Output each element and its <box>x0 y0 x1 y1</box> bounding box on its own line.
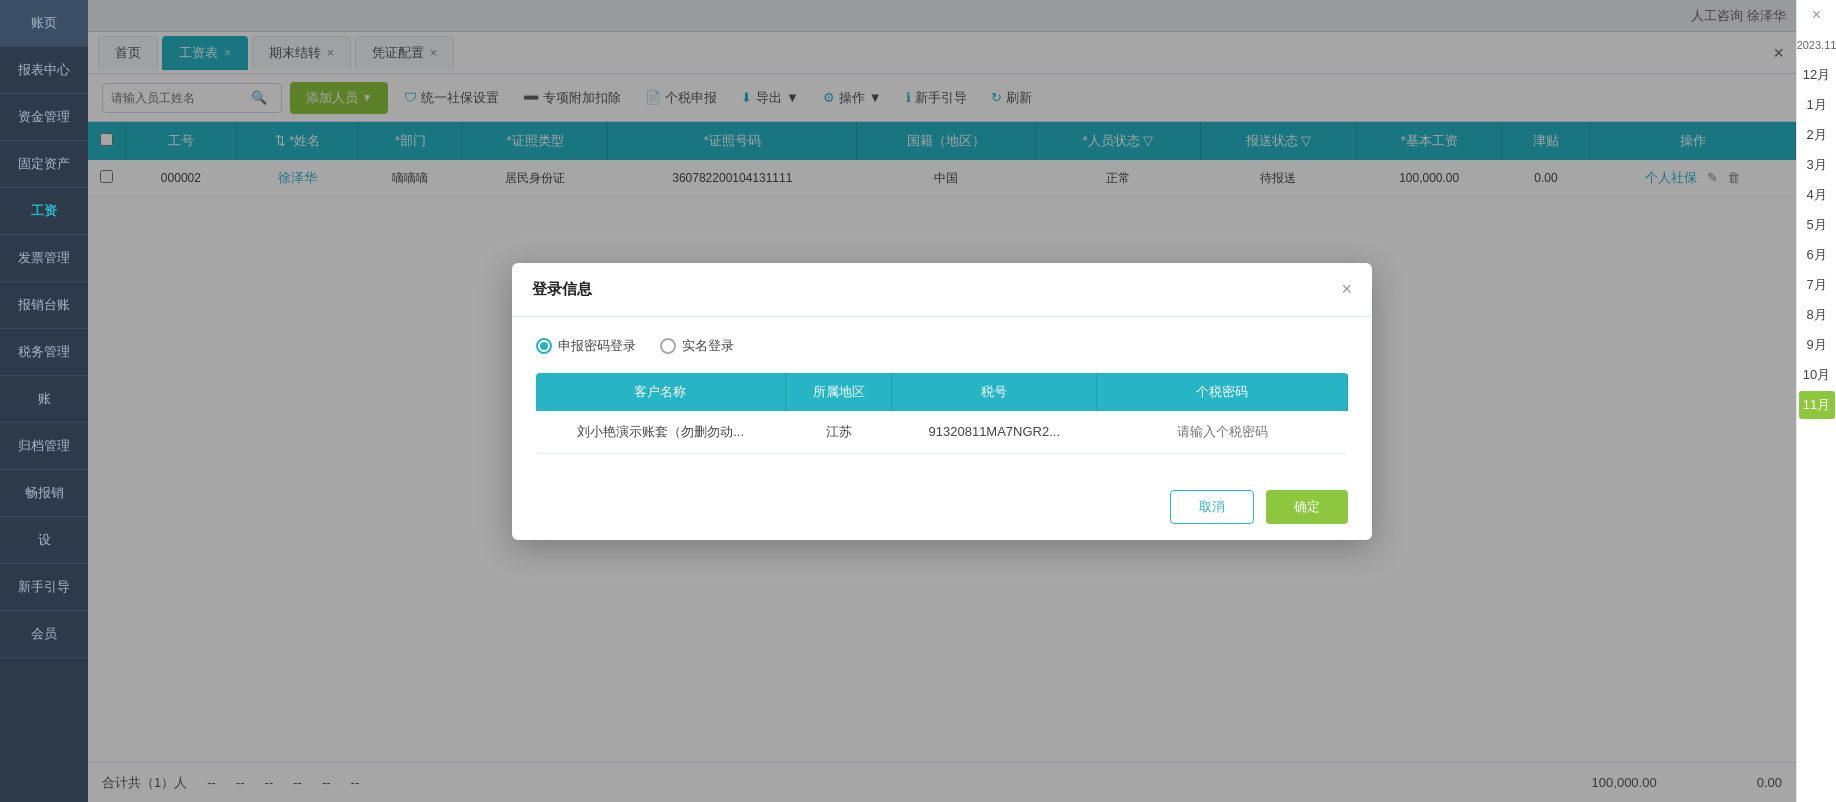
login-info-table: 客户名称 所属地区 税号 个税密码 刘小艳演示账套（勿删勿动... 江苏 913… <box>536 373 1348 454</box>
dialog-cancel-button[interactable]: 取消 <box>1170 490 1254 524</box>
sidebar-item-accounts[interactable]: 账页 <box>0 0 88 47</box>
dialog-row-client-name: 刘小艳演示账套（勿删勿动... <box>536 411 785 454</box>
login-type-radio-group: 申报密码登录 实名登录 <box>536 337 1348 355</box>
radio-password-label: 申报密码登录 <box>558 337 636 355</box>
dialog-row-tax-id: 91320811MA7NGR2... <box>892 411 1097 454</box>
radio-password-circle <box>536 338 552 354</box>
sidebar-item-settings[interactable]: 设 <box>0 517 88 564</box>
month-item-4[interactable]: 4月 <box>1799 181 1835 209</box>
month-item-11[interactable]: 11月 <box>1799 391 1835 419</box>
month-item-2[interactable]: 2月 <box>1799 121 1835 149</box>
month-item-7[interactable]: 7月 <box>1799 271 1835 299</box>
radio-realname-circle <box>660 338 676 354</box>
sidebar: 账页 报表中心 资金管理 固定资产 工资 发票管理 报销台账 税务管理 账 归档… <box>0 0 88 802</box>
dialog-col-region: 所属地区 <box>785 373 892 411</box>
dialog-col-tax-id: 税号 <box>892 373 1097 411</box>
radio-password-dot <box>540 342 548 350</box>
month-item-10[interactable]: 10月 <box>1799 361 1835 389</box>
month-item-9[interactable]: 9月 <box>1799 331 1835 359</box>
sidebar-item-funds[interactable]: 资金管理 <box>0 94 88 141</box>
dialog-footer: 取消 确定 <box>512 474 1372 540</box>
month-item-3[interactable]: 3月 <box>1799 151 1835 179</box>
sidebar-item-member[interactable]: 会员 <box>0 611 88 658</box>
dialog-col-tax-password: 个税密码 <box>1097 373 1348 411</box>
sidebar-item-assets[interactable]: 固定资产 <box>0 141 88 188</box>
radio-password-login[interactable]: 申报密码登录 <box>536 337 636 355</box>
right-panel-close[interactable]: × <box>1812 0 1821 30</box>
month-item-5[interactable]: 5月 <box>1799 211 1835 239</box>
dialog-close-button[interactable]: × <box>1341 279 1352 300</box>
tax-password-input[interactable] <box>1113 424 1332 439</box>
sidebar-item-invoice[interactable]: 发票管理 <box>0 235 88 282</box>
month-item-6[interactable]: 6月 <box>1799 241 1835 269</box>
right-panel: × 2023.11 12月 1月 2月 3月 4月 5月 6月 7月 8月 9月… <box>1796 0 1836 802</box>
dialog-table-row: 刘小艳演示账套（勿删勿动... 江苏 91320811MA7NGR2... <box>536 411 1348 454</box>
radio-realname-label: 实名登录 <box>682 337 734 355</box>
sidebar-item-salary[interactable]: 工资 <box>0 188 88 235</box>
month-item-1[interactable]: 1月 <box>1799 91 1835 119</box>
month-item-12[interactable]: 12月 <box>1799 61 1835 89</box>
dialog-body: 申报密码登录 实名登录 客户名称 所属地区 税号 个税密码 <box>512 317 1372 474</box>
dialog-row-region: 江苏 <box>785 411 892 454</box>
sidebar-item-ledger[interactable]: 账 <box>0 376 88 423</box>
dialog-confirm-button[interactable]: 确定 <box>1266 490 1348 524</box>
sidebar-item-expense[interactable]: 畅报销 <box>0 470 88 517</box>
sidebar-item-reports[interactable]: 报表中心 <box>0 47 88 94</box>
radio-realname-login[interactable]: 实名登录 <box>660 337 734 355</box>
dialog-row-tax-password-cell <box>1097 411 1348 454</box>
login-dialog: 登录信息 × 申报密码登录 实名登录 <box>512 263 1372 540</box>
sidebar-item-tax[interactable]: 税务管理 <box>0 329 88 376</box>
sidebar-item-reimbursement[interactable]: 报销台账 <box>0 282 88 329</box>
dialog-header: 登录信息 × <box>512 263 1372 317</box>
dialog-title: 登录信息 <box>532 280 592 299</box>
modal-overlay: 登录信息 × 申报密码登录 实名登录 <box>88 0 1796 802</box>
sidebar-item-archive[interactable]: 归档管理 <box>0 423 88 470</box>
dialog-col-client-name: 客户名称 <box>536 373 785 411</box>
right-panel-year: 2023.11 <box>1797 30 1836 60</box>
month-item-8[interactable]: 8月 <box>1799 301 1835 329</box>
sidebar-item-guide[interactable]: 新手引导 <box>0 564 88 611</box>
